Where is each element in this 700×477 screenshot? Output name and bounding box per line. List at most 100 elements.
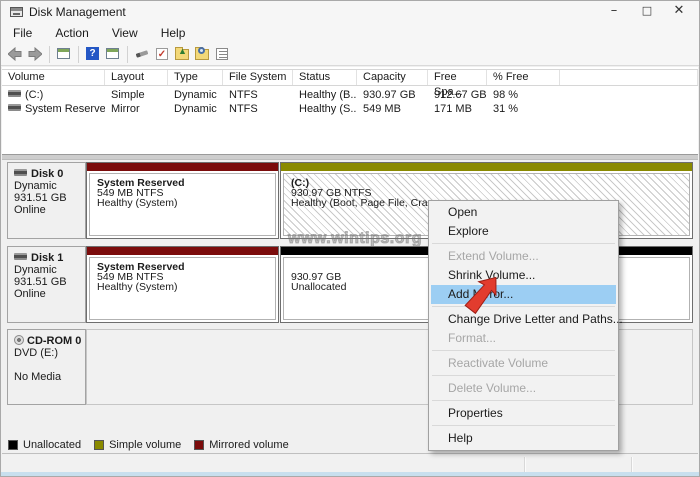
menu-item-help[interactable]: Help [429,429,618,448]
folder-search-icon[interactable] [194,46,210,62]
menu-separator [432,425,615,426]
title-bar: Disk Management – □ ✕ [1,1,699,23]
cell-pct-free: 31 % [493,103,519,115]
menu-file[interactable]: File [3,23,42,43]
menu-separator [432,350,615,351]
legend-label: Simple volume [109,439,182,451]
column-volume[interactable]: Volume [2,70,105,85]
cell-layout: Mirror [111,103,140,115]
window-title: Disk Management [29,5,126,19]
cdrom-header[interactable]: CD-ROM 0 DVD (E:) No Media [7,329,86,405]
legend-label: Unallocated [23,439,82,451]
column-type[interactable]: Type [168,70,223,85]
menu-item-delete-volume: Delete Volume... [448,381,537,395]
disk-name: Disk 0 [31,168,64,180]
legend-swatch [8,440,18,450]
column-free-space[interactable]: Free Spa... [428,70,487,98]
cell-layout: Simple [111,89,145,101]
menu-item-change-drive-letter[interactable]: Change Drive Letter and Paths... [429,310,623,329]
statusbar-divider [524,457,525,472]
table-row[interactable]: (C:) Simple Dynamic NTFS Healthy (B... 9… [2,88,698,102]
disk-kind: Dynamic [14,180,57,192]
cell-type: Dynamic [174,103,217,115]
maximize-button[interactable]: □ [632,1,662,23]
volume-icon [8,90,21,97]
menu-separator [432,375,615,376]
menu-item-open[interactable]: Open [429,203,618,222]
volume-name: System Reserved (... [25,103,105,115]
cell-file-system: NTFS [229,103,258,115]
cdrom-media-status: No Media [14,371,62,383]
legend-simple-volume: Simple volume [94,439,181,451]
properties-icon[interactable] [214,46,230,62]
console-window-icon[interactable] [56,46,72,62]
column-capacity[interactable]: Capacity [357,70,428,85]
bottom-edge [1,472,699,476]
watermark: www.wintips.org [287,230,423,248]
close-button[interactable]: ✕ [664,1,694,23]
column-filler [560,70,698,85]
disk-name: Disk 1 [31,252,64,264]
action-pane-icon[interactable] [105,46,121,62]
partition-color-bar [87,163,278,171]
partition-color-bar [87,247,278,255]
disk1-header[interactable]: Disk 1 Dynamic 931.51 GB Online [7,246,86,323]
cell-pct-free: 98 % [493,89,519,101]
cdrom-name: CD-ROM 0 [27,335,82,347]
disk0-header[interactable]: Disk 0 Dynamic 931.51 GB Online [7,162,86,239]
legend-mirrored-volume: Mirrored volume [194,439,289,451]
legend-swatch [194,440,205,450]
toolbar-separator [127,45,128,63]
disk-icon [14,253,27,260]
menu-item-explore[interactable]: Explore [429,222,618,241]
cell-status: Healthy (B... [299,89,357,101]
table-row[interactable]: System Reserved (... Mirror Dynamic NTFS… [2,102,698,116]
disk-size: 931.51 GB [14,192,67,204]
column-file-system[interactable]: File System [223,70,293,85]
menu-help[interactable]: Help [151,23,196,43]
help-icon[interactable]: ? [85,46,101,62]
partition-status: Healthy (System) [97,281,178,293]
folder-up-icon[interactable]: ▲ [174,46,190,62]
wand-icon[interactable] [134,46,150,62]
app-icon [10,7,23,17]
legend-swatch [94,440,105,450]
disk-kind: Dynamic [14,264,57,276]
cell-free-space: 171 MB [434,103,472,115]
disk0-partition-system-reserved[interactable]: System Reserved 549 MB NTFS Healthy (Sys… [86,162,279,239]
context-menu: Open Explore Extend Volume... Shrink Vol… [428,200,623,451]
disk-icon [14,169,27,176]
minimize-button[interactable]: – [599,1,629,23]
cell-status: Healthy (S... [299,103,357,115]
cell-capacity: 549 MB [363,103,401,115]
column-status[interactable]: Status [293,70,357,85]
cdrom-drive: DVD (E:) [14,347,58,359]
menu-item-shrink-volume[interactable]: Shrink Volume... [429,266,618,285]
cell-free-space: 912.67 GB [434,89,487,101]
column-layout[interactable]: Layout [105,70,168,85]
menu-view[interactable]: View [102,23,148,43]
disc-icon [14,335,24,345]
menu-action[interactable]: Action [45,23,98,43]
legend-label: Mirrored volume [209,439,289,451]
volume-name: (C:) [25,89,44,101]
menu-bar: File Action View Help [1,23,699,43]
legend-unallocated: Unallocated [8,439,81,451]
toolbar-separator [49,45,50,63]
volume-list-header: Volume Layout Type File System Status Ca… [2,69,698,98]
toolbar: ? ✓ ▲ [1,43,699,66]
statusbar-divider [631,457,632,472]
check-dialog-icon[interactable]: ✓ [154,46,170,62]
toolbar-separator [78,45,79,63]
partition-status: Healthy (System) [97,197,178,209]
menu-separator [432,400,615,401]
menu-item-properties[interactable]: Properties [429,404,618,423]
forward-icon[interactable] [27,46,43,62]
column-pct-free[interactable]: % Free [487,70,560,85]
volume-icon [8,104,21,111]
partition-color-bar [281,163,692,171]
back-icon[interactable] [7,46,23,62]
cell-type: Dynamic [174,89,217,101]
disk1-partition-system-reserved[interactable]: System Reserved 549 MB NTFS Healthy (Sys… [86,246,279,323]
cell-capacity: 930.97 GB [363,89,416,101]
